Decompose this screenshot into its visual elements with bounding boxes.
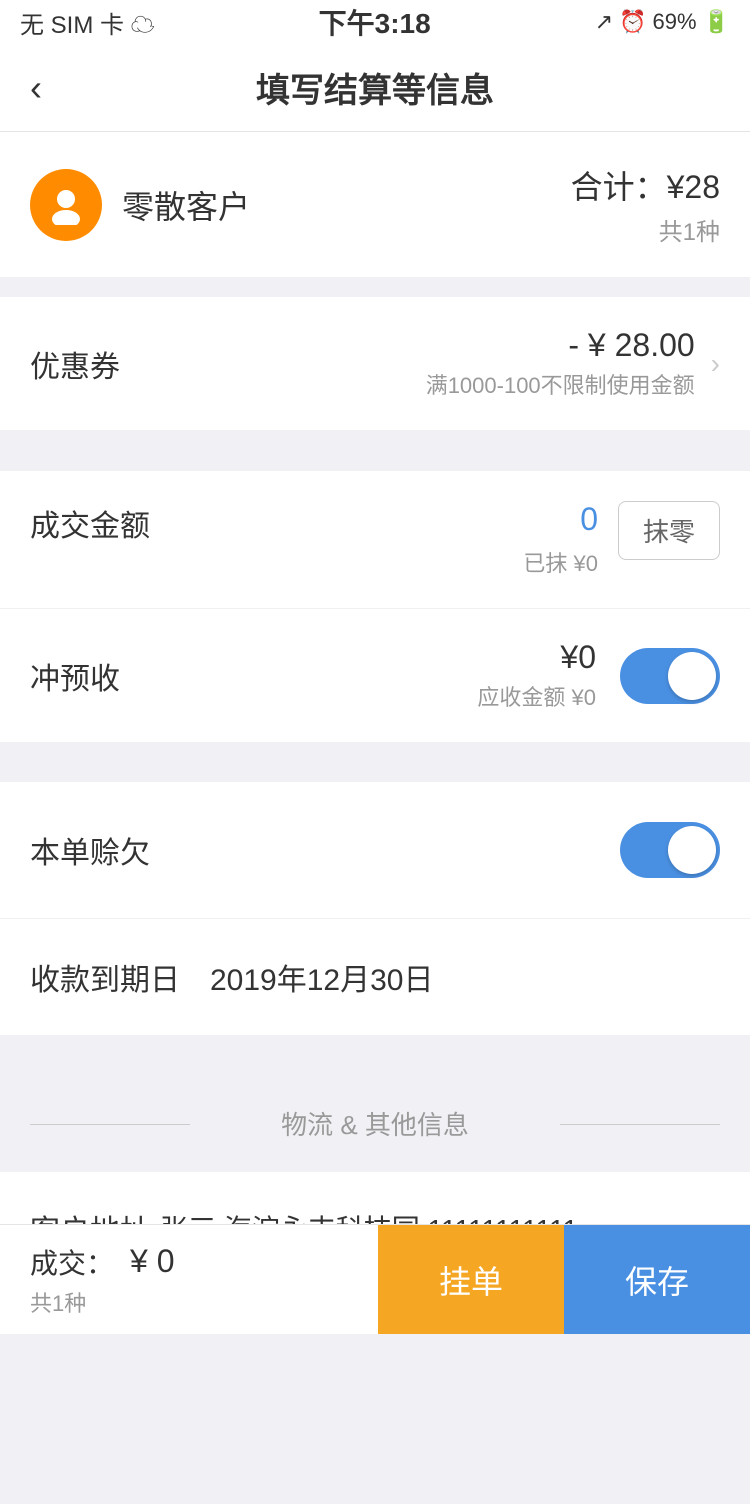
no-sim-text: 无 SIM 卡 ☁ xyxy=(20,5,155,40)
total-count: 共1种 xyxy=(571,212,720,247)
due-date-row[interactable]: 收款到期日 2019年12月30日 xyxy=(0,918,750,1035)
customer-name: 零散客户 xyxy=(122,182,250,228)
coupon-description: 满1000-100不限制使用金额 xyxy=(426,368,695,400)
bottom-spacer xyxy=(0,1304,750,1504)
coupon-value: - ¥ 28.00 满1000-100不限制使用金额 xyxy=(426,327,695,400)
toggle-knob xyxy=(668,652,716,700)
deal-prepay-section: 成交金额 0 已抹 ¥0 抹零 冲预收 ¥0 应收金额 ¥0 xyxy=(0,470,750,742)
round-zero-button[interactable]: 抹零 xyxy=(618,501,720,560)
customer-total: 合计：¥28 共1种 xyxy=(571,162,720,247)
section-gap-2 xyxy=(0,762,750,782)
deal-already-text: 已抹 ¥0 xyxy=(523,546,598,578)
avatar-icon xyxy=(46,185,86,225)
save-button[interactable]: 保存 xyxy=(564,1225,750,1334)
logistics-title: 物流 & 其他信息 xyxy=(261,1105,489,1142)
battery-text: 69% xyxy=(653,9,697,35)
debt-section: 本单赊欠 收款到期日 2019年12月30日 xyxy=(0,782,750,1035)
debt-toggle-knob xyxy=(668,826,716,874)
coupon-chevron-icon: › xyxy=(711,348,720,380)
prepay-label: 冲预收 xyxy=(30,654,120,698)
prepay-amount: ¥0 xyxy=(477,639,596,676)
deal-amount-value: 0 xyxy=(523,501,598,538)
prepay-right: ¥0 应收金额 ¥0 xyxy=(477,639,720,712)
debt-row: 本单赊欠 xyxy=(0,782,750,918)
customer-section: 零散客户 合计：¥28 共1种 xyxy=(0,132,750,277)
coupon-discount: - ¥ 28.00 xyxy=(426,327,695,364)
bottom-bar: 成交： ¥ 0 共1种 挂单 保存 xyxy=(0,1224,750,1334)
bottom-info: 成交： ¥ 0 共1种 xyxy=(0,1225,378,1334)
coupon-value-right: - ¥ 28.00 满1000-100不限制使用金额 › xyxy=(426,327,720,400)
coupon-label: 优惠券 xyxy=(30,342,120,386)
prepay-receivable: 应收金额 ¥0 xyxy=(477,680,596,712)
logistics-header: 物流 & 其他信息 xyxy=(0,1075,750,1172)
avatar xyxy=(30,169,102,241)
prepay-toggle[interactable] xyxy=(620,648,720,704)
battery-icon: 🔋 xyxy=(703,9,730,35)
deal-right: 0 已抹 ¥0 抹零 xyxy=(523,501,720,578)
deal-amount-label: 成交金额 xyxy=(30,501,150,545)
status-bar: 无 SIM 卡 ☁ 下午3:18 ↗ ⏰ 69% 🔋 xyxy=(0,0,750,44)
section-gap-1 xyxy=(0,450,750,470)
location-icon: ↗ xyxy=(595,9,613,35)
section-gap-3 xyxy=(0,1055,750,1075)
deal-amount-block: 0 已抹 ¥0 xyxy=(523,501,598,578)
status-left: 无 SIM 卡 ☁ xyxy=(20,5,155,40)
due-date-label: 收款到期日 xyxy=(30,955,180,999)
bottom-count: 共1种 xyxy=(30,1286,378,1318)
due-date-value: 2019年12月30日 xyxy=(210,955,433,999)
bottom-deal-label: 成交： xyxy=(30,1242,114,1282)
prepay-row: 冲预收 ¥0 应收金额 ¥0 xyxy=(0,608,750,742)
hang-button[interactable]: 挂单 xyxy=(378,1225,564,1334)
bottom-deal-amount: ¥ 0 xyxy=(130,1243,174,1280)
nav-bar: ‹ 填写结算等信息 xyxy=(0,44,750,132)
bottom-deal-row: 成交： ¥ 0 xyxy=(30,1242,378,1282)
customer-row: 零散客户 合计：¥28 共1种 xyxy=(0,132,750,277)
back-button[interactable]: ‹ xyxy=(30,67,42,109)
alarm-icon: ⏰ xyxy=(619,9,646,35)
prepay-amount-block: ¥0 应收金额 ¥0 xyxy=(477,639,596,712)
status-right: ↗ ⏰ 69% 🔋 xyxy=(595,9,730,35)
deal-amount-row: 成交金额 0 已抹 ¥0 抹零 xyxy=(0,470,750,608)
debt-label: 本单赊欠 xyxy=(30,828,150,872)
coupon-row[interactable]: 优惠券 - ¥ 28.00 满1000-100不限制使用金额 › xyxy=(0,297,750,430)
total-amount: 合计：¥28 xyxy=(571,162,720,208)
customer-left: 零散客户 xyxy=(30,169,250,241)
status-time: 下午3:18 xyxy=(319,2,431,42)
nav-title: 填写结算等信息 xyxy=(256,63,494,112)
debt-toggle[interactable] xyxy=(620,822,720,878)
coupon-section[interactable]: 优惠券 - ¥ 28.00 满1000-100不限制使用金额 › xyxy=(0,297,750,430)
logistics-section: 物流 & 其他信息 xyxy=(0,1075,750,1172)
